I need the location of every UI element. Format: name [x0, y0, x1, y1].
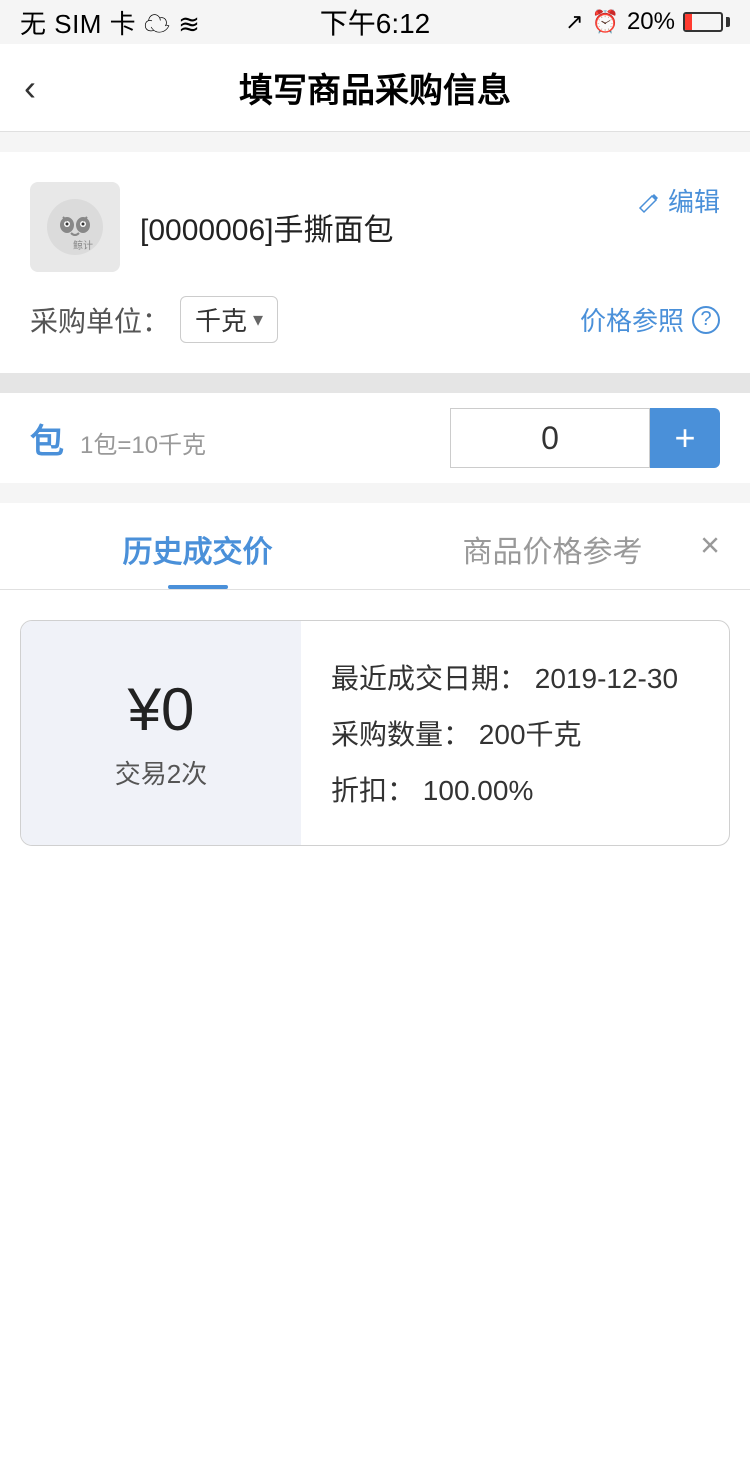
qty-sub-label: 1包=10千克	[80, 425, 206, 460]
unit-selector[interactable]: 千克 ▾	[180, 296, 278, 343]
quantity-value: 0	[541, 420, 559, 457]
status-bar: 无 SIM 卡 ☁ ≋ 下午6:12 ↗ ⏰ 20%	[0, 0, 750, 44]
product-bottom-row: 采购单位： 千克 ▾ 价格参照 ?	[30, 296, 720, 343]
close-panel-button[interactable]: ×	[690, 517, 730, 576]
qty-unit-badge: 包	[30, 414, 64, 463]
tab-bar: 历史成交价 商品价格参考 ×	[0, 503, 750, 590]
dropdown-arrow-icon: ▾	[253, 307, 263, 332]
location-icon: ↗	[565, 9, 583, 35]
history-price-content: ¥0 交易2次 最近成交日期： 2019-12-30 采购数量： 200千克 折…	[0, 590, 750, 876]
plus-icon: +	[674, 417, 695, 459]
section-divider	[0, 373, 750, 393]
tab-history-price[interactable]: 历史成交价	[20, 503, 375, 589]
nav-bar: ‹ 填写商品采购信息	[0, 44, 750, 132]
price-amount: ¥0	[128, 675, 195, 744]
status-time: 下午6:12	[320, 2, 431, 42]
close-icon: ×	[700, 527, 720, 565]
discount-value: 100.00%	[423, 775, 534, 806]
battery-icon	[683, 12, 730, 32]
discount-label: 折扣：	[331, 775, 415, 806]
status-signal: 无 SIM 卡 ☁ ≋	[20, 4, 200, 41]
product-thumbnail: 鲸计	[30, 182, 120, 272]
product-card: 鲸计 [0000006]手撕面包 编辑 采购单位： 千克 ▾ 价格参照 ?	[0, 152, 750, 373]
edit-icon	[636, 188, 662, 214]
price-left-panel: ¥0 交易2次	[21, 621, 301, 845]
unit-value: 千克	[195, 301, 247, 338]
price-right-panel: 最近成交日期： 2019-12-30 采购数量： 200千克 折扣： 100.0…	[301, 621, 729, 845]
tab-product-price-ref[interactable]: 商品价格参考	[375, 503, 730, 589]
unit-row: 采购单位： 千克 ▾	[30, 296, 278, 343]
battery-percent: 20%	[627, 8, 675, 36]
qty-input-group: 0 +	[450, 408, 720, 468]
price-transactions: 交易2次	[115, 754, 207, 791]
product-logo-icon: 鲸计	[45, 197, 105, 257]
white-space	[0, 876, 750, 1476]
alarm-icon: ⏰	[592, 9, 619, 35]
purchase-qty-value: 200千克	[479, 719, 582, 750]
price-ref-label: 价格参照	[580, 301, 684, 338]
purchase-qty-label: 采购数量：	[331, 719, 471, 750]
status-right: ↗ ⏰ 20%	[565, 8, 730, 36]
discount-row: 折扣： 100.00%	[331, 769, 699, 809]
qty-label-group: 包 1包=10千克	[30, 414, 206, 463]
recent-date-value: 2019-12-30	[535, 663, 678, 694]
price-card: ¥0 交易2次 最近成交日期： 2019-12-30 采购数量： 200千克 折…	[20, 620, 730, 846]
unit-label: 采购单位：	[30, 300, 170, 340]
product-top-row: 鲸计 [0000006]手撕面包 编辑	[30, 182, 720, 272]
page-title: 填写商品采购信息	[239, 63, 511, 112]
product-left: 鲸计 [0000006]手撕面包	[30, 182, 393, 272]
recent-date-label: 最近成交日期：	[331, 663, 527, 694]
quantity-row: 包 1包=10千克 0 +	[0, 393, 750, 483]
purchase-qty-row: 采购数量： 200千克	[331, 713, 699, 753]
price-reference-button[interactable]: 价格参照 ?	[580, 301, 720, 338]
quantity-input[interactable]: 0	[450, 408, 650, 468]
bottom-panel: 历史成交价 商品价格参考 × ¥0 交易2次 最近成交日期： 2019-12-3…	[0, 503, 750, 876]
product-name: [0000006]手撕面包	[140, 205, 393, 249]
svg-text:鲸计: 鲸计	[73, 239, 93, 252]
edit-button[interactable]: 编辑	[636, 182, 720, 219]
quantity-increment-button[interactable]: +	[650, 408, 720, 468]
help-circle-icon: ?	[692, 306, 720, 334]
recent-date-row: 最近成交日期： 2019-12-30	[331, 657, 699, 697]
back-button[interactable]: ‹	[24, 67, 36, 109]
